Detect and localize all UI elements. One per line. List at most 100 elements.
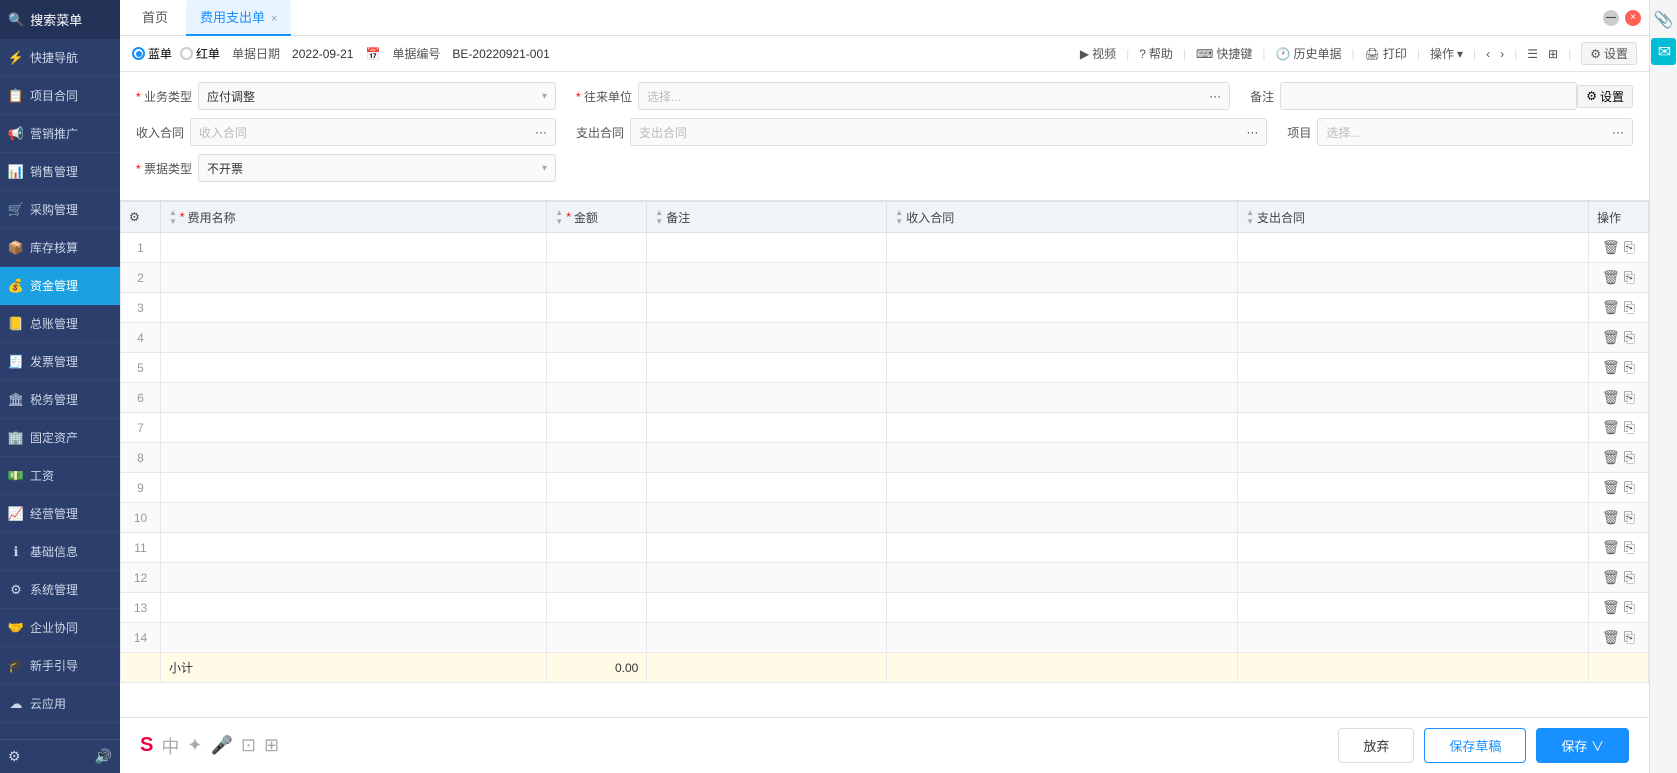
row-income-contract-5[interactable] bbox=[887, 353, 1238, 383]
row-amount-6[interactable] bbox=[547, 383, 647, 413]
copy-btn-3[interactable]: ⎘ bbox=[1624, 299, 1635, 316]
history-action[interactable]: 🕐 历史单据 bbox=[1276, 45, 1342, 62]
operation-action[interactable]: 操作 ▾ bbox=[1430, 45, 1463, 62]
sidebar-item-tax-mgmt[interactable]: 🏛税务管理 bbox=[0, 381, 120, 419]
row-expense-name-11[interactable] bbox=[161, 533, 547, 563]
sidebar-item-enterprise[interactable]: 🤝企业协同 bbox=[0, 609, 120, 647]
sidebar-item-invoice-mgmt[interactable]: 🧾发票管理 bbox=[0, 343, 120, 381]
row-income-contract-14[interactable] bbox=[887, 623, 1238, 653]
sidebar-item-marketing[interactable]: 📢营销推广 bbox=[0, 115, 120, 153]
print-action[interactable]: 🖨 打印 bbox=[1365, 45, 1407, 62]
row-amount-4[interactable] bbox=[547, 323, 647, 353]
shortcuts-action[interactable]: ⌨ 快捷键 bbox=[1196, 45, 1252, 62]
nav-next[interactable]: › bbox=[1500, 47, 1504, 61]
nav-prev[interactable]: ‹ bbox=[1486, 47, 1490, 61]
row-income-contract-2[interactable] bbox=[887, 263, 1238, 293]
date-value[interactable]: 2022-09-21 bbox=[292, 47, 353, 61]
row-expense-name-5[interactable] bbox=[161, 353, 547, 383]
help-action[interactable]: ? 帮助 bbox=[1139, 45, 1173, 62]
grid-view[interactable]: ⊞ bbox=[1548, 47, 1558, 61]
radio-blue[interactable]: 蓝单 bbox=[132, 45, 172, 62]
sidebar-search[interactable]: 🔍 搜索菜单 bbox=[0, 0, 120, 39]
sidebar-item-inventory[interactable]: 📦库存核算 bbox=[0, 229, 120, 267]
remark-input[interactable] bbox=[1280, 82, 1577, 110]
abandon-button[interactable]: 放弃 bbox=[1338, 728, 1414, 763]
row-amount-5[interactable] bbox=[547, 353, 647, 383]
row-expense-name-13[interactable] bbox=[161, 593, 547, 623]
attachment-icon[interactable]: 📎 bbox=[1654, 10, 1674, 30]
row-income-contract-4[interactable] bbox=[887, 323, 1238, 353]
copy-btn-2[interactable]: ⎘ bbox=[1624, 269, 1635, 286]
delete-btn-13[interactable]: 🗑 bbox=[1602, 599, 1620, 616]
row-expense-name-7[interactable] bbox=[161, 413, 547, 443]
row-amount-13[interactable] bbox=[547, 593, 647, 623]
row-expense-contract-9[interactable] bbox=[1238, 473, 1589, 503]
sidebar-item-new-guide[interactable]: 🎓新手引导 bbox=[0, 647, 120, 685]
row-expense-contract-3[interactable] bbox=[1238, 293, 1589, 323]
list-view[interactable]: ☰ bbox=[1527, 47, 1538, 61]
copy-btn-13[interactable]: ⎘ bbox=[1624, 599, 1635, 616]
row-expense-contract-8[interactable] bbox=[1238, 443, 1589, 473]
row-expense-contract-1[interactable] bbox=[1238, 233, 1589, 263]
tab-close-expense-bill[interactable]: × bbox=[271, 13, 277, 25]
save-draft-button[interactable]: 保存草稿 bbox=[1424, 728, 1526, 763]
row-expense-name-4[interactable] bbox=[161, 323, 547, 353]
copy-btn-8[interactable]: ⎘ bbox=[1624, 449, 1635, 466]
row-expense-contract-5[interactable] bbox=[1238, 353, 1589, 383]
delete-btn-14[interactable]: 🗑 bbox=[1602, 629, 1620, 646]
delete-btn-1[interactable]: 🗑 bbox=[1602, 239, 1620, 256]
row-amount-11[interactable] bbox=[547, 533, 647, 563]
row-remark-4[interactable] bbox=[647, 323, 887, 353]
calendar-icon[interactable]: 📅 bbox=[365, 47, 380, 61]
th-expense-contract[interactable]: ▲▼ 支出合同 bbox=[1238, 202, 1589, 233]
copy-btn-11[interactable]: ⎘ bbox=[1624, 539, 1635, 556]
copy-btn-5[interactable]: ⎘ bbox=[1624, 359, 1635, 376]
tab-expense-bill[interactable]: 费用支出单× bbox=[186, 0, 291, 36]
sidebar-item-quick-nav[interactable]: ⚡快捷导航 bbox=[0, 39, 120, 77]
settings-bottom-icon[interactable]: ⚙ bbox=[8, 748, 21, 765]
row-amount-12[interactable] bbox=[547, 563, 647, 593]
delete-btn-12[interactable]: 🗑 bbox=[1602, 569, 1620, 586]
radio-red[interactable]: 红单 bbox=[180, 45, 220, 62]
copy-btn-6[interactable]: ⎘ bbox=[1624, 389, 1635, 406]
row-remark-3[interactable] bbox=[647, 293, 887, 323]
row-expense-name-10[interactable] bbox=[161, 503, 547, 533]
sidebar-item-fixed-assets[interactable]: 🏢固定资产 bbox=[0, 419, 120, 457]
delete-btn-3[interactable]: 🗑 bbox=[1602, 299, 1620, 316]
row-income-contract-1[interactable] bbox=[887, 233, 1238, 263]
tab-home[interactable]: 首页 bbox=[128, 0, 182, 36]
row-amount-14[interactable] bbox=[547, 623, 647, 653]
delete-btn-5[interactable]: 🗑 bbox=[1602, 359, 1620, 376]
row-income-contract-8[interactable] bbox=[887, 443, 1238, 473]
row-amount-7[interactable] bbox=[547, 413, 647, 443]
row-expense-name-8[interactable] bbox=[161, 443, 547, 473]
copy-btn-10[interactable]: ⎘ bbox=[1624, 509, 1635, 526]
delete-btn-2[interactable]: 🗑 bbox=[1602, 269, 1620, 286]
sidebar-item-ledger-mgmt[interactable]: 📒总账管理 bbox=[0, 305, 120, 343]
row-remark-1[interactable] bbox=[647, 233, 887, 263]
row-expense-contract-6[interactable] bbox=[1238, 383, 1589, 413]
sidebar-item-capital-mgmt[interactable]: 💰资金管理 bbox=[0, 267, 120, 305]
minimize-button[interactable]: — bbox=[1603, 10, 1619, 26]
row-remark-11[interactable] bbox=[647, 533, 887, 563]
row-income-contract-13[interactable] bbox=[887, 593, 1238, 623]
copy-btn-4[interactable]: ⎘ bbox=[1624, 329, 1635, 346]
row-expense-contract-10[interactable] bbox=[1238, 503, 1589, 533]
delete-btn-8[interactable]: 🗑 bbox=[1602, 449, 1620, 466]
sidebar-item-purchase-mgmt[interactable]: 🛒采购管理 bbox=[0, 191, 120, 229]
row-expense-name-2[interactable] bbox=[161, 263, 547, 293]
delete-btn-10[interactable]: 🗑 bbox=[1602, 509, 1620, 526]
row-amount-3[interactable] bbox=[547, 293, 647, 323]
delete-btn-9[interactable]: 🗑 bbox=[1602, 479, 1620, 496]
sidebar-item-sales-mgmt[interactable]: 📊销售管理 bbox=[0, 153, 120, 191]
row-income-contract-7[interactable] bbox=[887, 413, 1238, 443]
row-expense-name-14[interactable] bbox=[161, 623, 547, 653]
set-button[interactable]: ⚙ 设置 bbox=[1581, 42, 1637, 65]
row-remark-9[interactable] bbox=[647, 473, 887, 503]
income-contract-input[interactable]: 收入合同 ··· bbox=[190, 118, 556, 146]
row-income-contract-6[interactable] bbox=[887, 383, 1238, 413]
th-expense-name[interactable]: ▲▼ * 费用名称 bbox=[161, 202, 547, 233]
row-expense-contract-11[interactable] bbox=[1238, 533, 1589, 563]
row-income-contract-9[interactable] bbox=[887, 473, 1238, 503]
row-expense-name-3[interactable] bbox=[161, 293, 547, 323]
